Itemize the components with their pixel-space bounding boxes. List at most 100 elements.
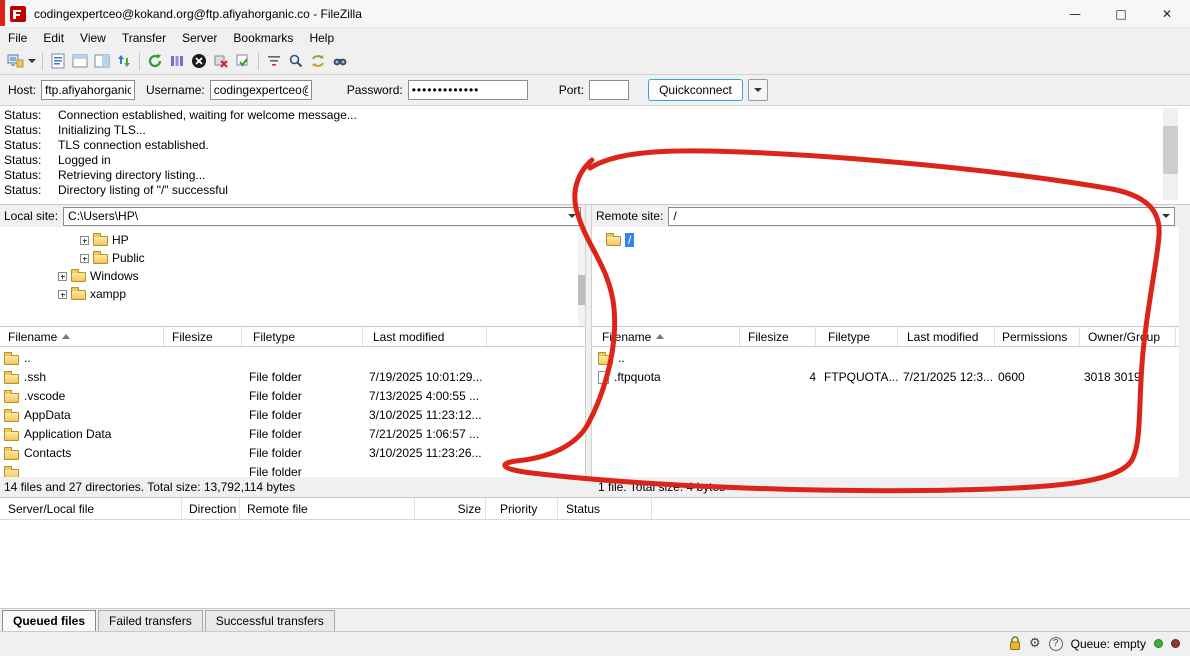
cancel-icon[interactable] — [188, 50, 210, 72]
username-input[interactable] — [209, 80, 312, 100]
file-row[interactable]: Application Data File folder 7/21/2025 1… — [0, 425, 585, 444]
settings-gear-icon[interactable]: ⚙ — [1029, 637, 1041, 650]
file-row[interactable]: AppData File folder 3/10/2025 11:23:12..… — [0, 406, 585, 425]
column-header-priority[interactable]: Priority — [496, 498, 558, 519]
file-row[interactable]: Contacts File folder 3/10/2025 11:23:26.… — [0, 444, 585, 463]
queue-tabs: Queued files Failed transfers Successful… — [0, 609, 1190, 631]
column-header-filesize[interactable]: Filesize — [168, 327, 242, 346]
tls-lock-icon[interactable] — [1009, 636, 1021, 651]
local-tree-scrollbar-thumb[interactable] — [578, 275, 585, 305]
column-header-filename[interactable]: Filename — [4, 327, 164, 346]
file-row[interactable]: .. — [0, 349, 585, 368]
menu-file[interactable]: File — [0, 29, 35, 47]
log-scrollbar-thumb[interactable] — [1163, 126, 1178, 174]
remote-site-label: Remote site: — [596, 209, 664, 223]
menu-view[interactable]: View — [72, 29, 114, 47]
local-site-combo[interactable]: C:\Users\HP\ — [63, 206, 581, 226]
file-row[interactable]: .. — [592, 349, 1179, 368]
tree-item-hp[interactable]: HP — [0, 231, 585, 249]
local-pane: Local site: C:\Users\HP\ HP Public Windo… — [0, 205, 585, 477]
folder-icon — [93, 251, 108, 264]
folder-icon — [4, 446, 19, 460]
column-header-server-local-file[interactable]: Server/Local file — [4, 498, 182, 519]
file-row[interactable]: .ssh File folder 7/19/2025 10:01:29... — [0, 368, 585, 387]
expand-icon[interactable] — [80, 253, 89, 263]
log-message: Connection established, waiting for welc… — [58, 108, 357, 122]
panel-splitter[interactable] — [585, 205, 592, 477]
disconnect-icon[interactable] — [210, 50, 232, 72]
toggle-local-tree-icon[interactable] — [69, 50, 91, 72]
right-gutter — [1179, 205, 1190, 477]
password-input[interactable] — [407, 80, 528, 100]
find-files-icon[interactable] — [329, 50, 351, 72]
menu-edit[interactable]: Edit — [35, 29, 72, 47]
column-header-size[interactable]: Size — [418, 498, 486, 519]
toggle-remote-tree-icon[interactable] — [91, 50, 113, 72]
remote-site-bar: Remote site: / — [592, 205, 1179, 227]
title-bar: codingexpertceo@kokand.org@ftp.afiyahorg… — [0, 0, 1190, 28]
local-tree-scrollbar[interactable] — [578, 227, 585, 326]
remote-dir-summary: 1 file. Total size: 4 bytes — [598, 480, 726, 494]
filter-icon[interactable] — [263, 50, 285, 72]
maximize-button[interactable]: □ — [1098, 0, 1144, 27]
local-file-list: .. .ssh File folder 7/19/2025 10:01:29..… — [0, 347, 585, 477]
quickconnect-bar: Host: Username: Password: Port: Quickcon… — [0, 75, 1190, 106]
file-icon — [598, 371, 609, 384]
toggle-queue-icon[interactable] — [113, 50, 135, 72]
quickconnect-button[interactable]: Quickconnect — [648, 79, 743, 101]
column-header-lastmodified[interactable]: Last modified — [903, 327, 995, 346]
menu-transfer[interactable]: Transfer — [114, 29, 174, 47]
menu-bookmarks[interactable]: Bookmarks — [225, 29, 301, 47]
log-scrollbar[interactable] — [1163, 108, 1178, 200]
port-input[interactable] — [589, 80, 630, 100]
file-row[interactable]: .ftpquota 4 FTPQUOTA... 7/21/2025 12:3..… — [592, 368, 1179, 387]
column-header-filename[interactable]: Filename — [598, 327, 740, 346]
close-button[interactable]: ✕ — [1144, 0, 1190, 27]
site-manager-dropdown-icon[interactable] — [26, 50, 38, 72]
expand-icon[interactable] — [80, 235, 89, 245]
chevron-down-icon — [568, 214, 576, 218]
column-header-status[interactable]: Status — [562, 498, 652, 519]
directory-compare-icon[interactable] — [285, 50, 307, 72]
status-label: Status: — [4, 123, 42, 137]
column-header-filetype[interactable]: Filetype — [824, 327, 898, 346]
column-header-remote-file[interactable]: Remote file — [243, 498, 415, 519]
column-header-ownergroup[interactable]: Owner/Group — [1084, 327, 1176, 346]
remote-list-header: Filename Filesize Filetype Last modified… — [592, 327, 1179, 347]
file-row[interactable]: .vscode File folder 7/13/2025 4:00:55 ..… — [0, 387, 585, 406]
minimize-button[interactable]: — — [1052, 0, 1098, 27]
expand-icon[interactable] — [58, 289, 67, 299]
column-header-filetype[interactable]: Filetype — [249, 327, 363, 346]
sync-browsing-icon[interactable] — [307, 50, 329, 72]
status-log: Status: Connection established, waiting f… — [0, 106, 1190, 205]
menu-server[interactable]: Server — [174, 29, 225, 47]
folder-icon — [598, 351, 613, 365]
toggle-log-icon[interactable] — [47, 50, 69, 72]
menu-help[interactable]: Help — [301, 29, 342, 47]
column-header-permissions[interactable]: Permissions — [998, 327, 1080, 346]
tree-item-windows[interactable]: Windows — [0, 267, 585, 285]
tree-item-root[interactable]: / — [592, 231, 1179, 249]
process-queue-icon[interactable] — [166, 50, 188, 72]
site-manager-icon[interactable] — [4, 50, 26, 72]
quickconnect-dropdown-icon[interactable] — [747, 79, 768, 101]
file-row[interactable]: File folder — [0, 463, 585, 477]
host-input[interactable] — [41, 80, 136, 100]
help-icon[interactable]: ? — [1048, 636, 1063, 651]
refresh-icon[interactable] — [144, 50, 166, 72]
tree-item-public[interactable]: Public — [0, 249, 585, 267]
status-label: Status: — [4, 153, 42, 167]
chevron-down-icon — [1162, 214, 1170, 218]
main-panels: Local site: C:\Users\HP\ HP Public Windo… — [0, 205, 1190, 477]
column-header-lastmodified[interactable]: Last modified — [369, 327, 487, 346]
reconnect-icon[interactable] — [232, 50, 254, 72]
tab-successful-transfers[interactable]: Successful transfers — [204, 610, 335, 631]
tree-item-xampp[interactable]: xampp — [0, 285, 585, 303]
column-header-filesize[interactable]: Filesize — [744, 327, 816, 346]
remote-site-combo[interactable]: / — [668, 206, 1175, 226]
expand-icon[interactable] — [58, 271, 67, 281]
column-header-direction[interactable]: Direction — [185, 498, 240, 519]
tab-queued-files[interactable]: Queued files — [2, 610, 97, 631]
local-site-bar: Local site: C:\Users\HP\ — [0, 205, 585, 227]
tab-failed-transfers[interactable]: Failed transfers — [98, 610, 203, 631]
